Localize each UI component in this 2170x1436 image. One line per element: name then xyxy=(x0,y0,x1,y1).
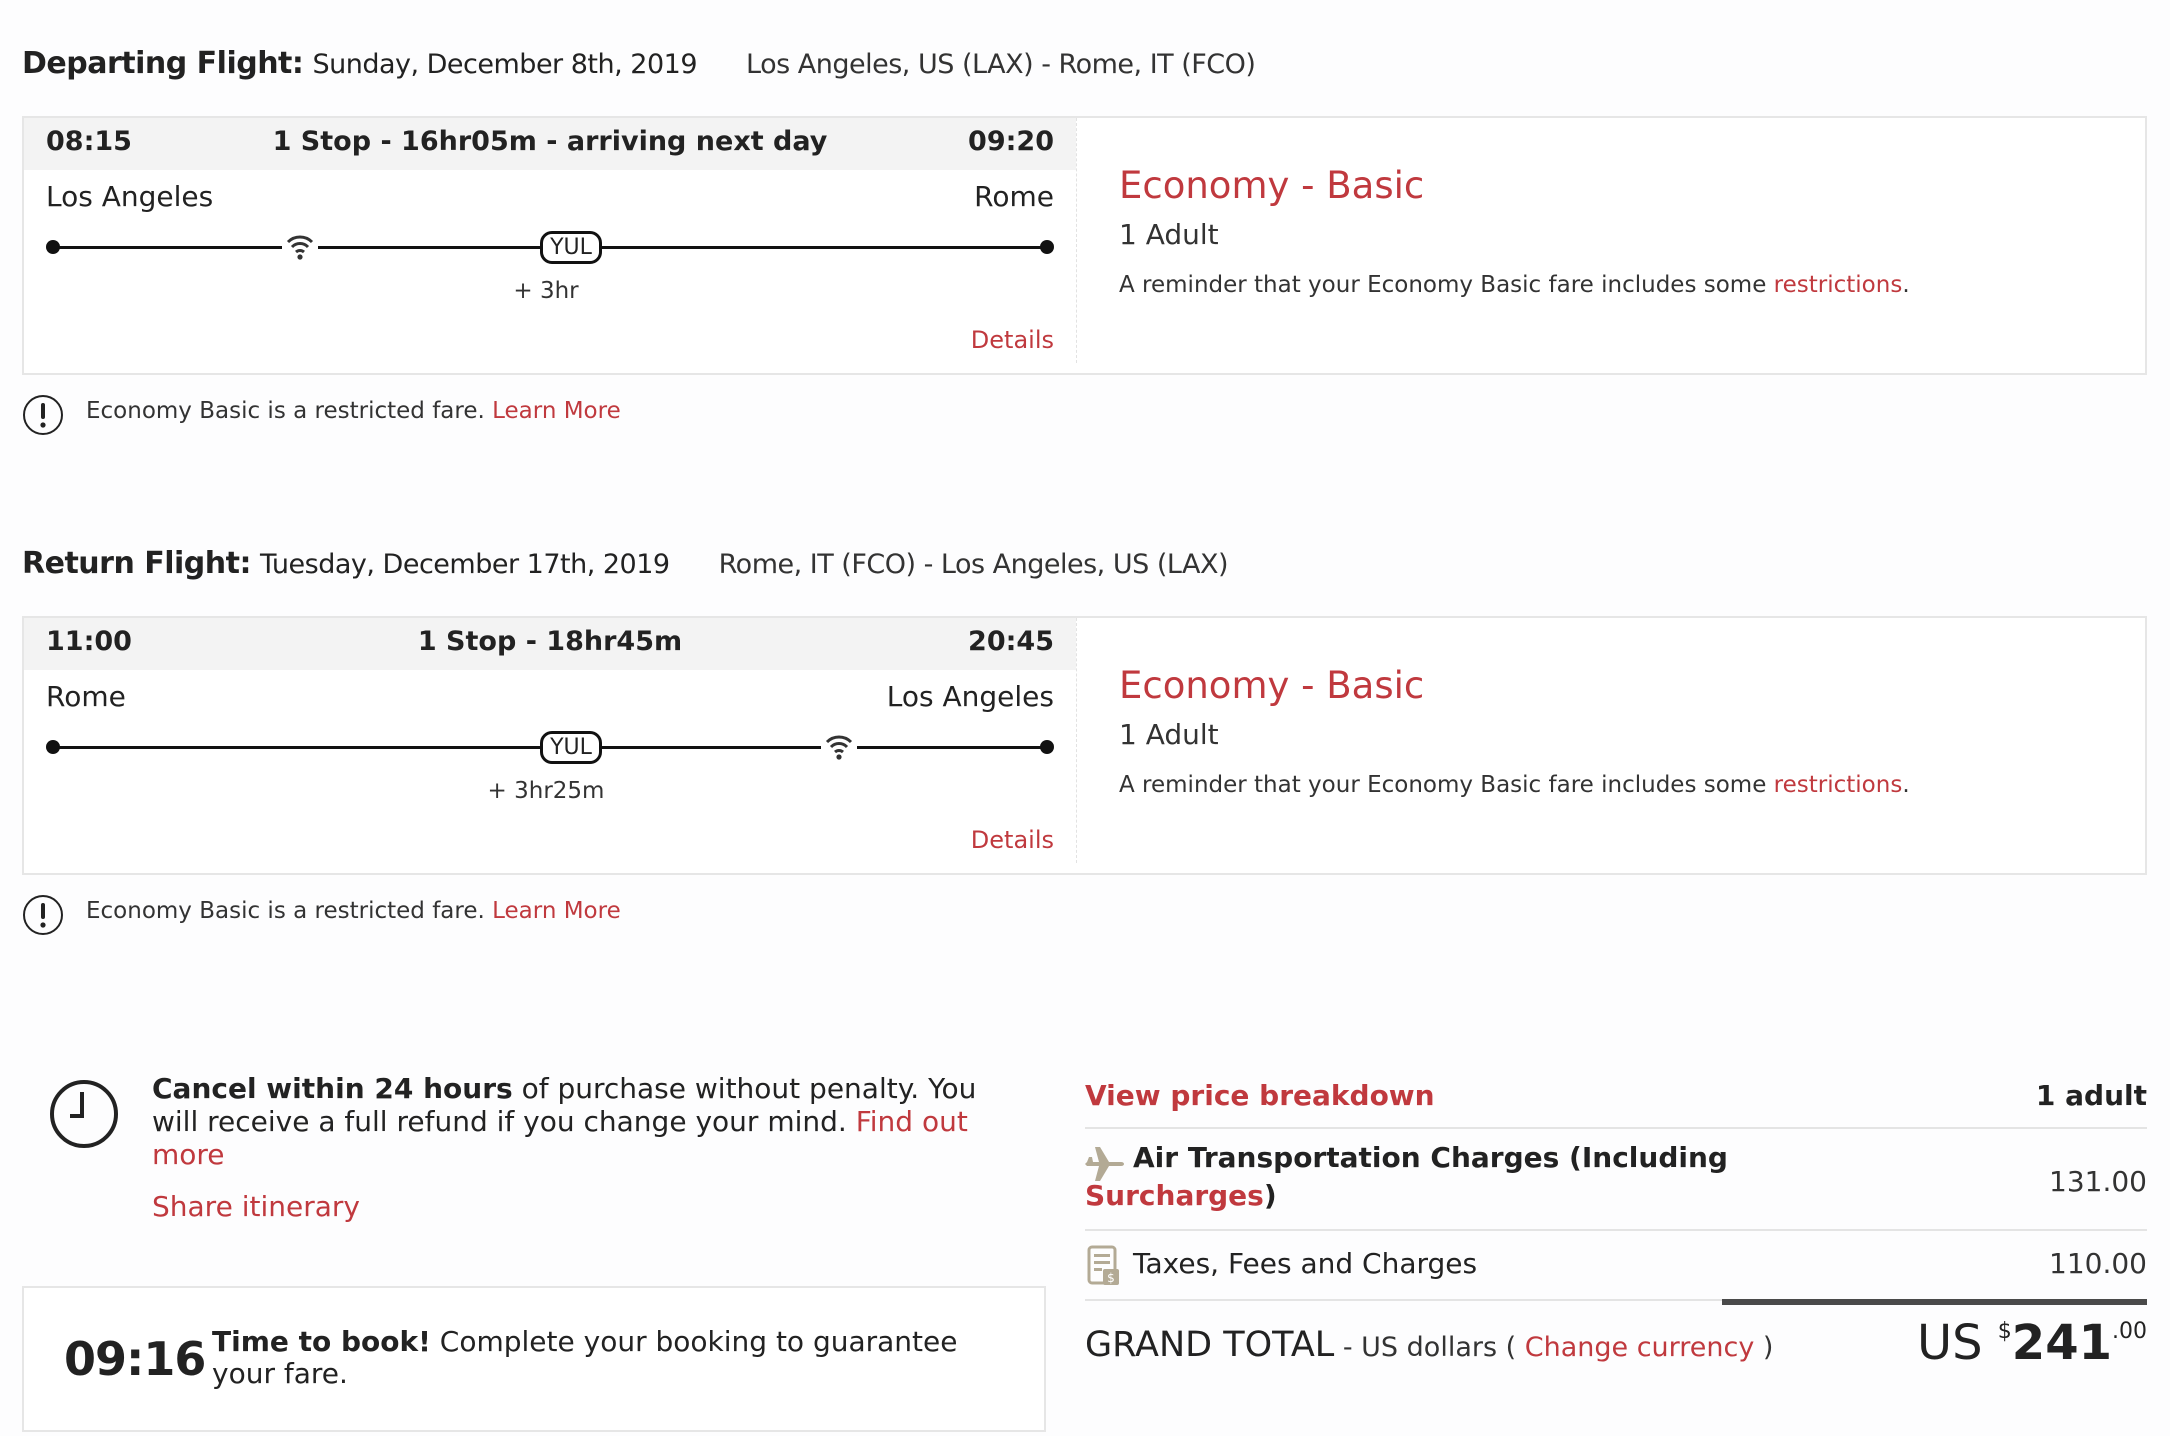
currency-close: ) xyxy=(1754,1332,1774,1363)
flight-timeline: YUL xyxy=(46,728,1054,768)
fare-info: Economy - Basic 1 Adult A reminder that … xyxy=(1099,118,2145,373)
reminder-text: A reminder that your Economy Basic fare … xyxy=(1119,772,1774,798)
flight-summary-bar: 11:00 1 Stop - 18hr45m 20:45 xyxy=(24,618,1076,670)
fare-class: Economy - Basic xyxy=(1119,164,1425,207)
total-integer: 241 xyxy=(2011,1315,2112,1371)
cancel-bold: Cancel within 24 hours xyxy=(152,1072,513,1105)
learn-more-link[interactable]: Learn More xyxy=(492,898,621,924)
destination-dot xyxy=(1040,240,1054,254)
grand-total-label: GRAND TOTAL - US dollars ( Change curren… xyxy=(1085,1325,1773,1365)
view-price-breakdown-link[interactable]: View price breakdown xyxy=(1085,1079,1435,1112)
details-link[interactable]: Details xyxy=(971,826,1054,854)
flight-itinerary: 11:00 1 Stop - 18hr45m 20:45 Rome Los An… xyxy=(24,618,1076,873)
destination-city: Rome xyxy=(974,180,1054,213)
receipt-icon: $ xyxy=(1085,1245,1127,1287)
row-label-main: Air Transportation Charges (Including xyxy=(1133,1141,1728,1174)
clock-icon xyxy=(48,1078,120,1150)
surcharges-link[interactable]: Surcharges xyxy=(1085,1179,1264,1212)
timer-message: Time to book! Complete your booking to g… xyxy=(212,1326,992,1390)
departing-flight-card: 08:15 1 Stop - 16hr05m - arriving next d… xyxy=(22,116,2147,375)
flight-summary-bar: 08:15 1 Stop - 16hr05m - arriving next d… xyxy=(24,118,1076,170)
price-passenger-count: 1 adult xyxy=(2035,1079,2147,1112)
cancel-policy: Cancel within 24 hours of purchase witho… xyxy=(22,1072,1042,1252)
price-row-amount: 131.00 xyxy=(2049,1165,2147,1198)
timer-bold: Time to book! xyxy=(212,1325,431,1358)
departing-route: Los Angeles, US (LAX) - Rome, IT (FCO) xyxy=(746,49,1256,80)
layover-duration: + 3hr25m xyxy=(487,778,605,804)
reminder-end: . xyxy=(1902,272,1910,298)
passenger-count: 1 Adult xyxy=(1119,218,1219,251)
departing-heading: Departing Flight: Sunday, December 8th, … xyxy=(22,46,1256,81)
change-currency-link[interactable]: Change currency xyxy=(1525,1332,1755,1363)
exclamation-icon xyxy=(22,394,64,436)
total-symbol: $ xyxy=(1997,1319,2012,1344)
grand-total-amount: US $241.00 xyxy=(1917,1315,2147,1371)
row-label-end: ) xyxy=(1263,1179,1277,1212)
card-divider xyxy=(1076,118,1077,363)
origin-city: Rome xyxy=(46,680,126,713)
wifi-icon xyxy=(821,730,857,762)
stop-badge: YUL xyxy=(540,231,602,264)
flight-itinerary: 08:15 1 Stop - 16hr05m - arriving next d… xyxy=(24,118,1076,373)
arrival-time: 20:45 xyxy=(968,626,1054,657)
notice-text: Economy Basic is a restricted fare. xyxy=(86,898,493,924)
reminder-end: . xyxy=(1902,772,1910,798)
total-currency: US xyxy=(1916,1315,1998,1371)
total-divider xyxy=(1722,1299,2147,1305)
flight-summary: 1 Stop - 18hr45m xyxy=(417,626,683,657)
notice-text: Economy Basic is a restricted fare. xyxy=(86,398,493,424)
price-row-label: Taxes, Fees and Charges xyxy=(1133,1247,1478,1280)
return-date: Tuesday, December 17th, 2019 xyxy=(260,549,670,580)
fare-reminder: A reminder that your Economy Basic fare … xyxy=(1119,772,1910,798)
flight-summary: 1 Stop - 16hr05m - arriving next day xyxy=(272,126,828,157)
origin-dot xyxy=(46,240,60,254)
departing-date: Sunday, December 8th, 2019 xyxy=(312,49,697,80)
return-flight-card: 11:00 1 Stop - 18hr45m 20:45 Rome Los An… xyxy=(22,616,2147,875)
fare-reminder: A reminder that your Economy Basic fare … xyxy=(1119,272,1910,298)
arrival-time: 09:20 xyxy=(968,126,1054,157)
restrictions-link[interactable]: restrictions xyxy=(1774,772,1903,798)
learn-more-link[interactable]: Learn More xyxy=(492,398,621,424)
cancel-policy-text: Cancel within 24 hours of purchase witho… xyxy=(152,1072,992,1171)
fare-class: Economy - Basic xyxy=(1119,664,1425,707)
grand-total-text: GRAND TOTAL xyxy=(1085,1325,1335,1365)
passenger-count: 1 Adult xyxy=(1119,718,1219,751)
price-header: View price breakdown 1 adult xyxy=(1085,1075,2147,1129)
layover-duration: + 3hr xyxy=(513,278,579,304)
price-row: Air Transportation Charges (Including Su… xyxy=(1085,1129,2147,1231)
destination-city: Los Angeles xyxy=(886,680,1054,713)
currency-text: - US dollars ( xyxy=(1334,1332,1525,1363)
departing-label: Departing Flight: xyxy=(22,46,304,81)
origin-dot xyxy=(46,740,60,754)
return-heading: Return Flight: Tuesday, December 17th, 2… xyxy=(22,546,1229,581)
return-route: Rome, IT (FCO) - Los Angeles, US (LAX) xyxy=(718,549,1229,580)
total-decimal: .00 xyxy=(2112,1319,2147,1344)
price-row: $ Taxes, Fees and Charges 110.00 xyxy=(1085,1231,2147,1301)
reminder-text: A reminder that your Economy Basic fare … xyxy=(1119,272,1774,298)
details-link[interactable]: Details xyxy=(971,326,1054,354)
return-label: Return Flight: xyxy=(22,546,251,581)
fare-info: Economy - Basic 1 Adult A reminder that … xyxy=(1099,618,2145,873)
restrictions-link[interactable]: restrictions xyxy=(1774,272,1903,298)
countdown-timer: 09:16 xyxy=(64,1332,206,1386)
destination-dot xyxy=(1040,740,1054,754)
booking-timer: 09:16 Time to book! Complete your bookin… xyxy=(22,1286,1046,1432)
wifi-icon xyxy=(282,230,318,262)
svg-text:$: $ xyxy=(1107,1271,1115,1285)
card-divider xyxy=(1076,618,1077,863)
share-itinerary-link[interactable]: Share itinerary xyxy=(152,1190,360,1223)
exclamation-icon xyxy=(22,894,64,936)
flight-timeline: YUL xyxy=(46,228,1054,268)
stop-badge: YUL xyxy=(540,731,602,764)
price-row-amount: 110.00 xyxy=(2049,1247,2147,1280)
origin-city: Los Angeles xyxy=(46,180,214,213)
price-row-label: Air Transportation Charges (Including Su… xyxy=(1085,1139,1733,1215)
